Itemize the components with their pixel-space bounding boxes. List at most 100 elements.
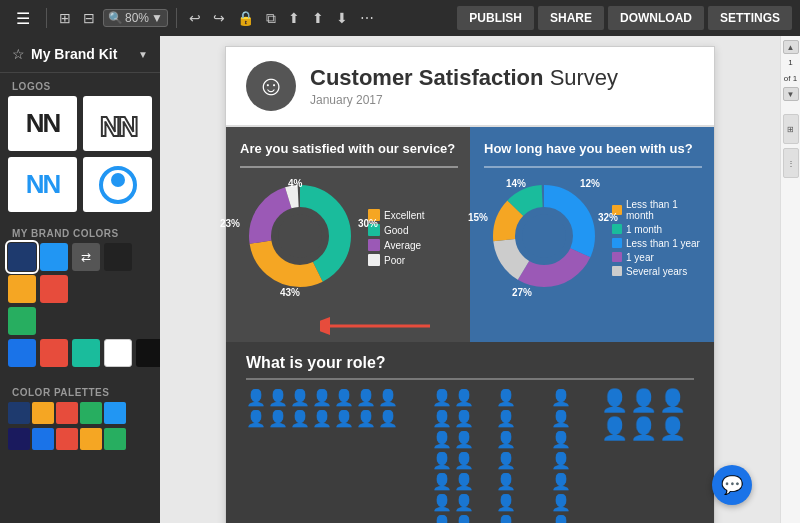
person-icon: 👤: [268, 388, 288, 407]
people-group-orange: 👤 👤 👤 👤 👤 👤 👤 👤 👤 👤: [496, 388, 531, 523]
logo-nn-dark[interactable]: NN: [8, 96, 77, 151]
color-swatch-red[interactable]: [40, 275, 68, 303]
scroll-down-button[interactable]: ▼: [783, 87, 799, 101]
person-icon: 👤: [246, 388, 266, 407]
infographic: ☺ Customer Satisfaction Survey January 2…: [225, 46, 715, 523]
person-icon: 👤: [378, 388, 398, 407]
logo-nn-blue[interactable]: NN: [8, 157, 77, 212]
brand-colors-label: MY BRAND COLORS: [0, 220, 160, 243]
legend-1month: 1 month: [612, 224, 702, 235]
color-swatch-blue[interactable]: [40, 243, 68, 271]
hamburger-menu[interactable]: ☰: [8, 5, 38, 32]
chart-right-donut-container: 14% 12% 32% 27% 15% Less than 1 month: [484, 176, 702, 300]
palette-2-swatch-3: [56, 428, 78, 450]
people-group-single-teal: 👤 👤 👤 👤 👤 👤: [601, 388, 694, 523]
infographic-title: Customer Satisfaction Survey: [310, 65, 618, 91]
palette-1-swatch-3: [56, 402, 78, 424]
color-swatch-orange[interactable]: [8, 275, 36, 303]
download-button[interactable]: DOWNLOAD: [608, 6, 704, 30]
person-icon: 👤: [454, 472, 474, 491]
person-icon: 👤: [334, 409, 354, 428]
chat-bubble[interactable]: 💬: [712, 465, 752, 505]
infographic-subtitle: January 2017: [310, 93, 618, 107]
person-icon: 👤: [246, 409, 266, 428]
person-icon: 👤: [551, 451, 571, 470]
brand-kit-title: My Brand Kit: [31, 46, 132, 62]
settings-button[interactable]: SETTINGS: [708, 6, 792, 30]
person-icon-large: 👤: [630, 388, 657, 414]
smiley-icon: ☺: [246, 61, 296, 111]
infographic-header: ☺ Customer Satisfaction Survey January 2…: [226, 47, 714, 127]
person-icon: 👤: [496, 409, 516, 428]
color-swatch-gray[interactable]: ⇄: [72, 243, 100, 271]
donut-right-label-left: 15%: [468, 212, 488, 223]
person-icon: 👤: [432, 430, 452, 449]
toolbar: ☰ ⊞ ⊟ 🔍 80% ▼ ↩ ↪ 🔒 ⧉ ⬆ ⬆ ⬇ ⋯ PUBLISH SH…: [0, 0, 800, 36]
donut-chart-right: [484, 176, 604, 296]
infographic-title-block: Customer Satisfaction Survey January 201…: [310, 65, 618, 107]
lock-icon[interactable]: 🔒: [233, 8, 258, 28]
color-swatch-blue2[interactable]: [8, 339, 36, 367]
undo-icon[interactable]: ↩: [185, 8, 205, 28]
person-icon: 👤: [496, 430, 516, 449]
donut-right-label-right: 32%: [598, 212, 618, 223]
zoom-control[interactable]: 🔍 80% ▼: [103, 9, 168, 27]
person-icon: 👤: [551, 388, 571, 407]
share-button[interactable]: SHARE: [538, 6, 604, 30]
color-swatch-dark-blue[interactable]: [8, 243, 36, 271]
chart-left-divider: [240, 166, 458, 168]
color-swatch-white[interactable]: [104, 339, 132, 367]
palette-2-swatch-4: [80, 428, 102, 450]
person-icon: 👤: [551, 514, 571, 523]
star-icon: ☆: [12, 46, 25, 62]
color-swatch-teal[interactable]: [72, 339, 100, 367]
color-swatch-green[interactable]: [8, 307, 36, 335]
person-icon: 👤: [290, 409, 310, 428]
color-swatch-dark[interactable]: [104, 243, 132, 271]
people-group-teal: 👤 👤 👤 👤 👤 👤 👤 👤 👤 👤 👤 👤: [432, 388, 475, 523]
role-divider: [246, 378, 694, 380]
brand-color-row-4: [8, 339, 152, 367]
align-icon-2[interactable]: ⬆: [308, 8, 328, 28]
right-tool-2[interactable]: ⋮: [783, 148, 799, 178]
person-icon: 👤: [551, 430, 571, 449]
logo-circle-blue[interactable]: [83, 157, 152, 212]
palette-row-1[interactable]: [8, 402, 152, 424]
palette-row-2[interactable]: [8, 428, 152, 450]
right-tool-1[interactable]: ⊞: [783, 114, 799, 144]
logo-nn-outline[interactable]: NN: [83, 96, 152, 151]
align-up-icon[interactable]: ⬆: [284, 8, 304, 28]
brand-colors-section: ⇄: [0, 243, 160, 379]
legend-lt1year: Less than 1 year: [612, 238, 702, 249]
donut-label-left: 23%: [220, 218, 240, 229]
person-icon: 👤: [454, 388, 474, 407]
person-icon: 👤: [496, 388, 516, 407]
donut-chart-left: [240, 176, 360, 296]
logos-grid: NN NN NN: [0, 96, 160, 220]
more-icon[interactable]: ⋯: [356, 8, 378, 28]
donut-right-label-topleft: 14%: [506, 178, 526, 189]
color-swatch-black[interactable]: [136, 339, 160, 367]
color-swatch-red2[interactable]: [40, 339, 68, 367]
person-icon: 👤: [496, 472, 516, 491]
brand-kit-header[interactable]: ☆ My Brand Kit ▼: [0, 36, 160, 73]
person-icon: 👤: [356, 388, 376, 407]
donut-label-bottom: 43%: [280, 287, 300, 298]
palette-1-swatch-5: [104, 402, 126, 424]
person-icon: 👤: [496, 451, 516, 470]
toolbar-icon-2[interactable]: ⊟: [79, 8, 99, 28]
person-icon: 👤: [454, 493, 474, 512]
sidebar: ☆ My Brand Kit ▼ LOGOS NN NN NN MY BRAND…: [0, 36, 160, 523]
palette-1-swatch-4: [80, 402, 102, 424]
redo-icon[interactable]: ↪: [209, 8, 229, 28]
align-down-icon[interactable]: ⬇: [332, 8, 352, 28]
chart-right-divider: [484, 166, 702, 168]
publish-button[interactable]: PUBLISH: [457, 6, 534, 30]
scroll-up-button[interactable]: ▲: [783, 40, 799, 54]
person-icon: 👤: [454, 514, 474, 523]
copy-icon[interactable]: ⧉: [262, 8, 280, 29]
svg-point-13: [522, 214, 566, 258]
person-icon: 👤: [290, 388, 310, 407]
toolbar-icon-1[interactable]: ⊞: [55, 8, 75, 28]
brand-color-row-3: [8, 307, 152, 335]
